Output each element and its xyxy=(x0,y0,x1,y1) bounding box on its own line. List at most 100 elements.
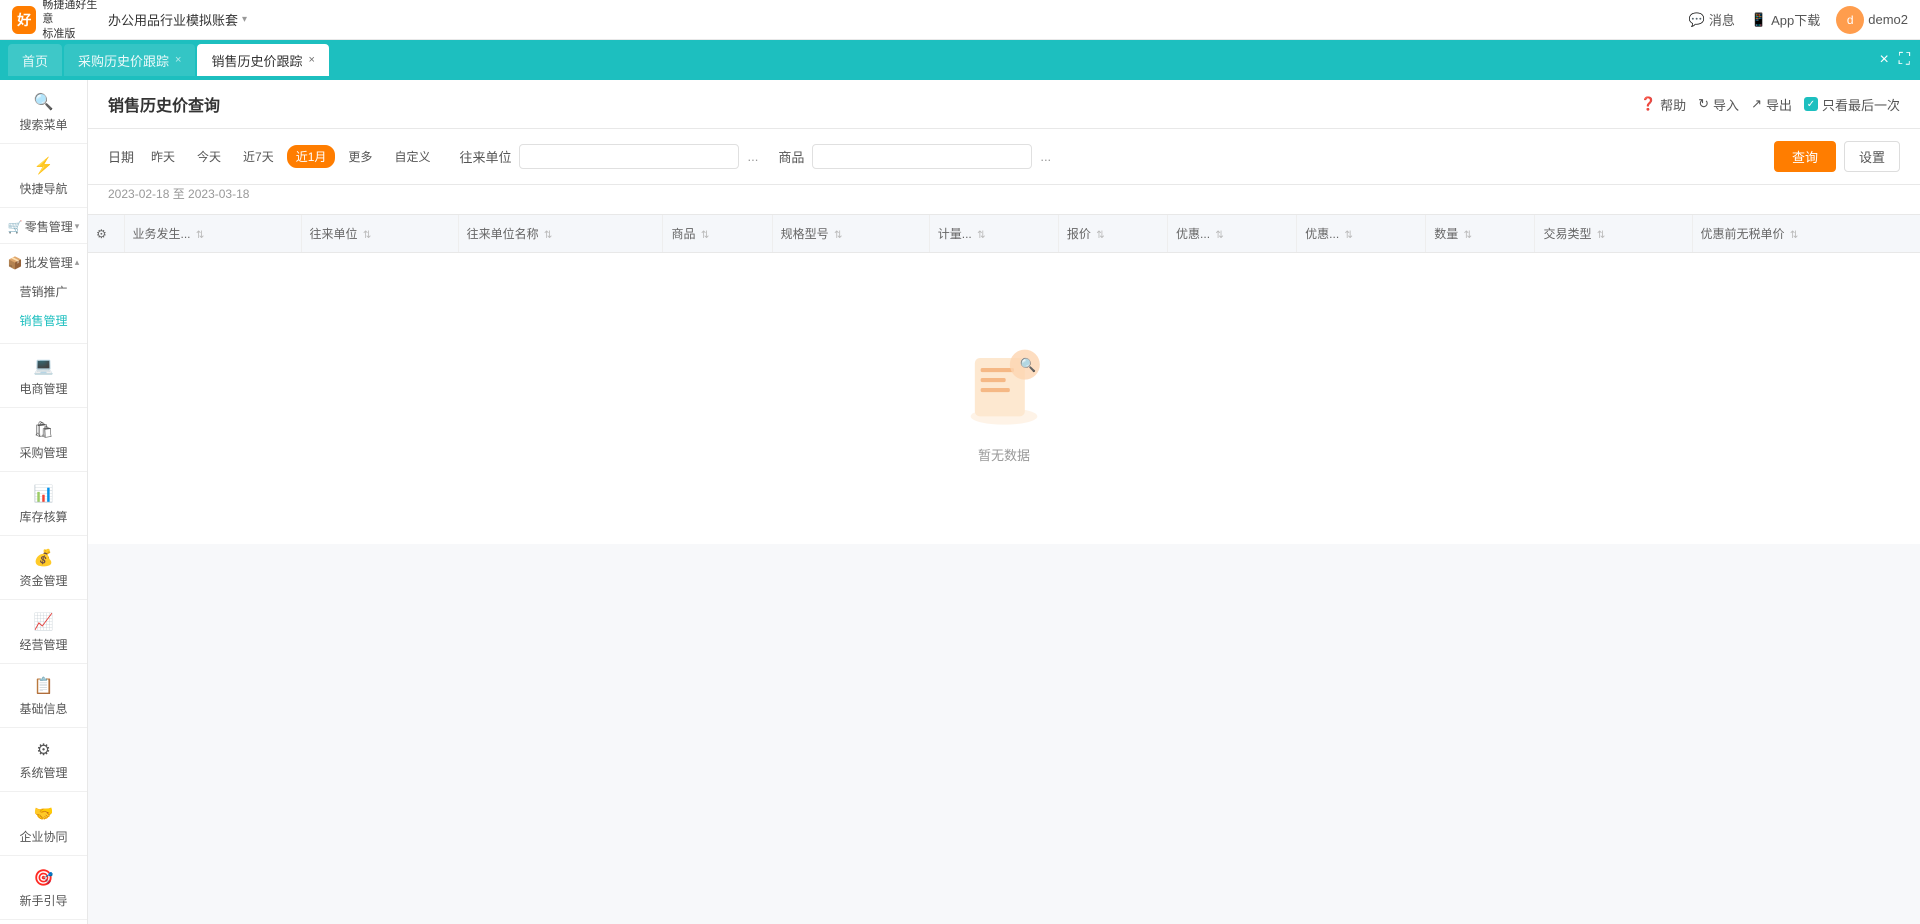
partner-ellipsis-button[interactable]: ... xyxy=(747,149,758,164)
sort-arrows-unit: ⇅ xyxy=(977,230,985,241)
sidebar-item-newbie[interactable]: 🎯 新手引导 xyxy=(0,856,87,920)
sidebar-item-purchase[interactable]: 🛍 采购管理 xyxy=(0,408,87,472)
table-col-unit[interactable]: 计量... ⇅ xyxy=(929,215,1058,253)
table-col-price-notax[interactable]: 优惠前无税单价 ⇅ xyxy=(1692,215,1920,253)
date-btn-yesterday[interactable]: 昨天 xyxy=(142,145,184,168)
sort-arrows-partner-code: ⇅ xyxy=(363,230,371,241)
tab-home[interactable]: 首页 xyxy=(8,44,62,76)
import-icon: ↻ xyxy=(1698,96,1709,112)
sidebar-item-appstore[interactable]: 🔲 应用中心 xyxy=(0,920,87,924)
sort-arrows-biz-date: ⇅ xyxy=(196,230,204,241)
table-col-discount2[interactable]: 优惠... ⇅ xyxy=(1297,215,1426,253)
sort-arrows-product: ⇅ xyxy=(701,230,709,241)
logo-area: 好 畅捷通好生意 标准版 xyxy=(12,0,100,41)
table-col-quoted-price[interactable]: 报价 ⇅ xyxy=(1058,215,1167,253)
workspace-selector[interactable]: 办公用品行业模拟账套 ▾ xyxy=(108,10,247,29)
filter-date-range-row: 2023-02-18 至 2023-03-18 xyxy=(88,185,1920,215)
shortcut-icon: ⚡ xyxy=(34,156,54,176)
date-label: 日期 xyxy=(108,147,134,166)
tab-bar-right-actions: × ⛶ xyxy=(1879,51,1920,69)
date-range-text: 2023-02-18 至 2023-03-18 xyxy=(108,185,249,202)
date-buttons: 昨天 今天 近7天 近1月 更多 自定义 xyxy=(142,145,439,168)
partner-filter-group: 往来单位 ... xyxy=(459,144,758,169)
close-purchase-tab-button[interactable]: × xyxy=(175,54,181,66)
sidebar-item-enterprise[interactable]: 🤝 企业协同 xyxy=(0,792,87,856)
product-ellipsis-button[interactable]: ... xyxy=(1040,149,1051,164)
product-input[interactable] xyxy=(812,144,1032,169)
table-col-partner-code[interactable]: 往来单位 ⇅ xyxy=(301,215,458,253)
sidebar-item-wholesale[interactable]: 📦 批发管理 ▴ 营销推广 销售管理 xyxy=(0,244,87,344)
date-btn-custom[interactable]: 自定义 xyxy=(385,145,439,168)
sidebar-sub-sales-mgmt[interactable]: 销售管理 xyxy=(4,306,83,335)
ecommerce-icon: 💻 xyxy=(34,356,54,376)
table-col-partner-name[interactable]: 往来单位名称 ⇅ xyxy=(458,215,663,253)
date-btn-more[interactable]: 更多 xyxy=(339,145,381,168)
partner-input[interactable] xyxy=(519,144,739,169)
chevron-down-icon: ▾ xyxy=(242,14,247,25)
wholesale-expand-icon: ▴ xyxy=(75,257,80,268)
sort-arrows-discount2: ⇅ xyxy=(1345,230,1353,241)
finance-icon: 💰 xyxy=(34,548,54,568)
table-col-discount1[interactable]: 优惠... ⇅ xyxy=(1168,215,1297,253)
table-col-biz-date[interactable]: 业务发生... ⇅ xyxy=(124,215,301,253)
export-button[interactable]: ↗ 导出 xyxy=(1751,95,1792,114)
sidebar-item-shortcut[interactable]: ⚡ 快捷导航 xyxy=(0,144,87,208)
sidebar-item-search[interactable]: 🔍 搜索菜单 xyxy=(0,80,87,144)
product-label: 商品 xyxy=(778,147,804,166)
sidebar-item-system[interactable]: ⚙ 系统管理 xyxy=(0,728,87,792)
sidebar-item-finance[interactable]: 💰 资金管理 xyxy=(0,536,87,600)
filter-actions: 查询 设置 xyxy=(1774,141,1900,172)
table-col-quantity[interactable]: 数量 ⇅ xyxy=(1426,215,1535,253)
only-latest-checkbox-label[interactable]: ✓ 只看最后一次 xyxy=(1804,95,1900,114)
close-sales-tab-button[interactable]: × xyxy=(308,54,314,66)
logo-icon: 好 xyxy=(12,6,36,34)
table-col-trade-type[interactable]: 交易类型 ⇅ xyxy=(1535,215,1692,253)
query-button[interactable]: 查询 xyxy=(1774,141,1836,172)
svg-text:🔍: 🔍 xyxy=(1020,357,1037,373)
app-download-button[interactable]: 📱 App下载 xyxy=(1751,10,1820,29)
sidebar-sub-marketing[interactable]: 营销推广 xyxy=(4,277,83,306)
date-filter-group: 日期 昨天 今天 近7天 近1月 更多 自定义 xyxy=(108,145,439,168)
help-button[interactable]: ❓ 帮助 xyxy=(1640,95,1686,114)
retail-expand-icon: ▾ xyxy=(75,221,80,232)
fullscreen-button[interactable]: ⛶ xyxy=(1899,51,1910,69)
search-icon: 🔍 xyxy=(34,92,54,112)
date-btn-1month[interactable]: 近1月 xyxy=(287,145,336,168)
sidebar-item-ecommerce[interactable]: 💻 电商管理 xyxy=(0,344,87,408)
only-latest-checkbox[interactable]: ✓ xyxy=(1804,97,1818,111)
wholesale-icon: 📦 xyxy=(8,256,23,270)
user-avatar-area[interactable]: d demo2 xyxy=(1836,6,1908,34)
empty-text: 暂无数据 xyxy=(978,445,1030,464)
page-header: 销售历史价查询 ❓ 帮助 ↻ 导入 ↗ 导出 ✓ 只看最后一次 xyxy=(88,80,1920,129)
partner-label: 往来单位 xyxy=(459,147,511,166)
sidebar-item-basic[interactable]: 📋 基础信息 xyxy=(0,664,87,728)
table-col-product[interactable]: 商品 ⇅ xyxy=(663,215,772,253)
table-col-spec[interactable]: 规格型号 ⇅ xyxy=(772,215,929,253)
enterprise-icon: 🤝 xyxy=(34,804,54,824)
system-icon: ⚙ xyxy=(36,740,50,760)
tab-sales-history[interactable]: 销售历史价跟踪 × xyxy=(197,44,328,76)
product-filter-group: 商品 ... xyxy=(778,144,1051,169)
sort-arrows-quantity: ⇅ xyxy=(1464,230,1472,241)
sidebar-item-retail[interactable]: 🛒 零售管理 ▾ xyxy=(0,208,87,244)
inventory-icon: 📊 xyxy=(34,484,54,504)
import-button[interactable]: ↻ 导入 xyxy=(1698,95,1739,114)
sidebar-item-inventory[interactable]: 📊 库存核算 xyxy=(0,472,87,536)
tab-purchase-label: 采购历史价跟踪 xyxy=(78,51,169,70)
workspace-area: 办公用品行业模拟账套 ▾ xyxy=(108,10,1681,29)
sidebar-item-operation[interactable]: 📈 经营管理 xyxy=(0,600,87,664)
top-bar-right: 💬 消息 📱 App下载 d demo2 xyxy=(1689,6,1908,34)
date-btn-7days[interactable]: 近7天 xyxy=(234,145,283,168)
setting-button[interactable]: 设置 xyxy=(1844,141,1900,172)
message-button[interactable]: 💬 消息 xyxy=(1689,10,1735,29)
tab-purchase-history[interactable]: 采购历史价跟踪 × xyxy=(64,44,195,76)
close-all-tabs-button[interactable]: × xyxy=(1879,51,1888,69)
date-btn-today[interactable]: 今天 xyxy=(188,145,230,168)
table-col-settings[interactable]: ⚙ xyxy=(88,215,124,253)
message-icon: 💬 xyxy=(1689,12,1705,28)
settings-icon[interactable]: ⚙ xyxy=(96,227,107,241)
table-head: ⚙ 业务发生... ⇅ 往来单位 ⇅ 往来单位名称 ⇅ xyxy=(88,215,1920,253)
tab-sales-label: 销售历史价跟踪 xyxy=(211,51,302,70)
page-title: 销售历史价查询 xyxy=(108,92,220,116)
basic-icon: 📋 xyxy=(34,676,54,696)
